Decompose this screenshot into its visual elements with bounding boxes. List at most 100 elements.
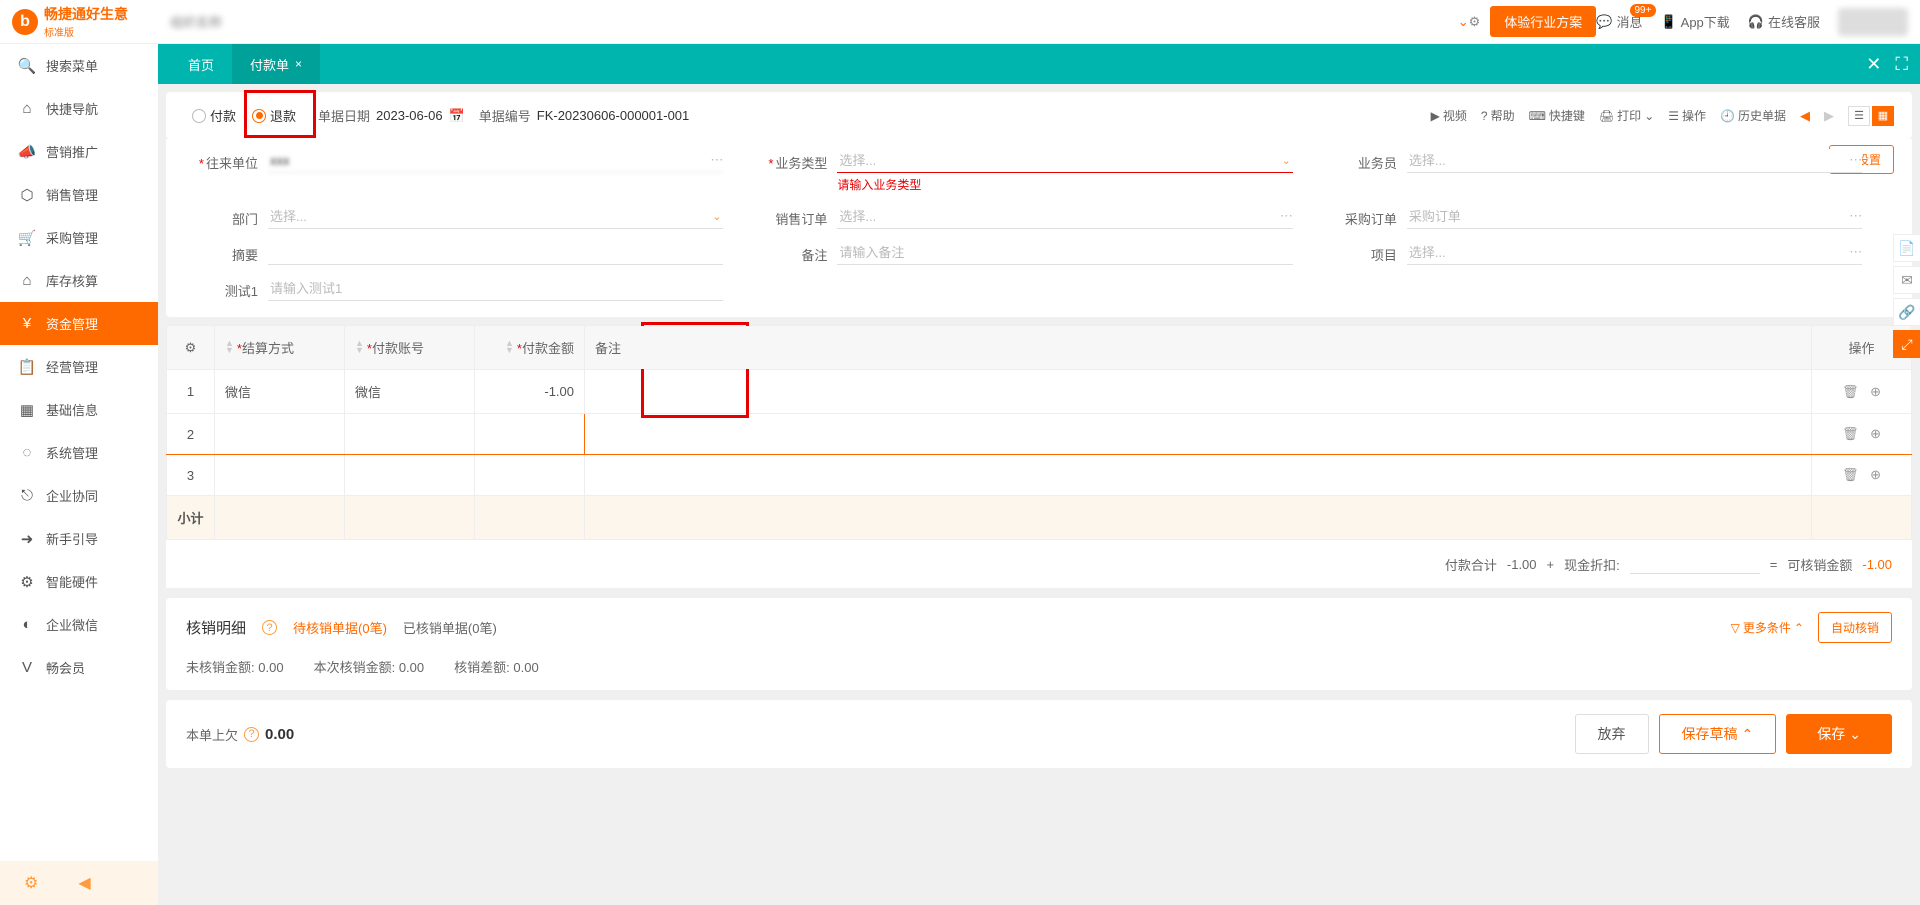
gear-icon: ⚙ [185,340,197,355]
help-link[interactable]: ?帮助 [1481,107,1515,124]
action-link[interactable]: ☰操作 [1668,107,1706,124]
auto-verify-button[interactable]: 自动核销 [1818,612,1892,643]
experience-button[interactable]: 体验行业方案 [1490,6,1596,37]
print-link[interactable]: 🖨打印⌄ [1599,107,1654,124]
sidebar-item[interactable]: ▦基础信息 [0,388,158,431]
summary-input[interactable] [268,241,723,265]
dept-input[interactable] [268,205,723,229]
table-row[interactable]: 1 微信 微信 -1.00 🗑 ⊕ [167,370,1912,414]
more-icon[interactable]: ⋯ [1849,152,1860,168]
prev-icon[interactable]: ◀ [1800,108,1810,124]
form-area: ⚙ 设置 *往来单位 ⋯ *业务类型 ⌄ 请输入业务类型 [166,139,1912,317]
video-link[interactable]: ▶视频 [1431,107,1467,124]
chevron-down-icon[interactable]: ⌄ [712,210,721,223]
more-icon[interactable]: ⋯ [710,152,721,168]
add-icon[interactable]: ⊕ [1870,467,1881,482]
sidebar-item[interactable]: ◌系统管理 [0,431,158,474]
sidebar-item[interactable]: 📣营销推广 [0,130,158,173]
delete-icon[interactable]: 🗑 [1842,384,1859,399]
verify-section: 核销明细 ? 待核销单据(0笔) 已核销单据(0笔) ▽ 更多条件 ⌃ 自动核销… [166,598,1912,690]
col-remark[interactable]: 备注 [585,326,1812,370]
close-icon[interactable]: × [295,57,302,71]
float-mail-icon[interactable]: ✉ [1893,266,1920,294]
org-selector[interactable]: 组织名称 [170,12,1458,31]
chevron-down-icon[interactable]: ⌄ [1282,154,1291,167]
help-icon[interactable]: ? [244,727,259,742]
test1-input[interactable] [268,277,723,301]
partner-input[interactable] [268,149,723,173]
filter-icon: ▽ [1731,621,1740,635]
col-amount[interactable]: ▲▼*付款金额 [475,326,585,370]
gear-icon[interactable]: ⚙ [1469,14,1481,30]
user-avatar[interactable] [1838,8,1908,36]
save-draft-button[interactable]: 保存草稿 ⌃ [1659,714,1777,754]
table-row[interactable]: 2 🗑 ⊕ [167,414,1912,455]
more-icon[interactable]: ⋯ [1849,244,1860,260]
cash-discount-input[interactable] [1630,554,1760,574]
biz-type-input[interactable] [837,149,1292,173]
delete-icon[interactable]: 🗑 [1842,426,1859,441]
menu-icon: ◐ [18,616,36,634]
col-gear[interactable]: ⚙ [167,326,215,370]
delete-icon[interactable]: 🗑 [1842,467,1859,482]
add-icon[interactable]: ⊕ [1870,426,1881,441]
project-input[interactable] [1407,241,1862,265]
shortcut-link[interactable]: ⌨快捷键 [1529,107,1585,124]
history-link[interactable]: 🕘历史单据 [1720,107,1786,124]
sidebar-item[interactable]: ¥资金管理 [0,302,158,345]
tab-payment[interactable]: 付款单 × [232,44,320,84]
collapse-icon[interactable]: ◀ [78,873,90,893]
salesman-input[interactable] [1407,149,1862,173]
view-list-button[interactable]: ☰ [1848,106,1870,126]
sidebar-item[interactable]: ⌂快捷导航 [0,87,158,130]
radio-pay[interactable]: 付款 [184,102,244,129]
online-service-link[interactable]: 🎧 在线客服 [1748,12,1820,31]
sidebar-item[interactable]: ➜新手引导 [0,517,158,560]
radio-refund[interactable]: 退款 [244,102,304,129]
fullscreen-icon[interactable]: ⛶ [1895,54,1908,75]
settings-icon[interactable]: ⚙ [24,873,38,893]
list-icon: ☰ [1668,109,1679,123]
sidebar-item[interactable]: ⌂库存核算 [0,259,158,302]
add-icon[interactable]: ⊕ [1870,384,1881,399]
more-conditions-link[interactable]: ▽ 更多条件 ⌃ [1731,619,1804,636]
more-icon[interactable]: ⋯ [1849,208,1860,224]
menu-icon: 📋 [18,358,36,376]
sidebar-item[interactable]: ⚙智能硬件 [0,560,158,603]
sidebar-item[interactable]: ◐企业微信 [0,603,158,646]
sales-order-input[interactable] [837,205,1292,229]
help-icon[interactable]: ? [262,620,277,635]
purchase-order-input[interactable] [1407,205,1862,229]
menu-icon: ⬡ [18,186,36,204]
chevron-down-icon[interactable]: ⌄ [1458,14,1469,30]
message-link[interactable]: 💬 消息 99+ [1596,12,1642,31]
verify-tab-pending[interactable]: 待核销单据(0笔) [293,618,387,637]
verify-tab-done[interactable]: 已核销单据(0笔) [403,618,497,637]
float-expand-icon[interactable]: ⤢ [1893,330,1920,358]
sidebar-item[interactable]: V畅会员 [0,646,158,689]
col-settle[interactable]: ▲▼*结算方式 [215,326,345,370]
sidebar-item[interactable]: ⎋企业协同 [0,474,158,517]
float-note-icon[interactable]: 📄 [1893,234,1920,262]
app-download-link[interactable]: 📱 App下载 [1660,12,1729,31]
tab-home[interactable]: 首页 [170,44,232,84]
sidebar-item[interactable]: 🛒采购管理 [0,216,158,259]
view-card-button[interactable]: ▦ [1872,106,1894,126]
play-icon: ▶ [1431,109,1440,123]
sidebar-item[interactable]: 🔍搜索菜单 [0,44,158,87]
next-icon[interactable]: ▶ [1824,108,1834,124]
abandon-button[interactable]: 放弃 [1575,714,1649,754]
menu-icon: ⌂ [18,100,36,118]
sidebar-item[interactable]: 📋经营管理 [0,345,158,388]
calendar-icon[interactable]: 📅 [449,108,465,124]
sidebar-item[interactable]: ⬡销售管理 [0,173,158,216]
save-button[interactable]: 保存 ⌄ [1786,714,1892,754]
col-account[interactable]: ▲▼*付款账号 [345,326,475,370]
close-all-icon[interactable]: ✕ [1866,54,1881,75]
main-area: 首页 付款单 × ✕ ⛶ 付款 退款 [158,44,1920,905]
table-row[interactable]: 3 🗑 ⊕ [167,455,1912,496]
more-icon[interactable]: ⋯ [1280,208,1291,224]
remark-input[interactable] [837,241,1292,265]
float-attach-icon[interactable]: 🔗 [1893,298,1920,326]
history-icon: 🕘 [1720,109,1735,123]
